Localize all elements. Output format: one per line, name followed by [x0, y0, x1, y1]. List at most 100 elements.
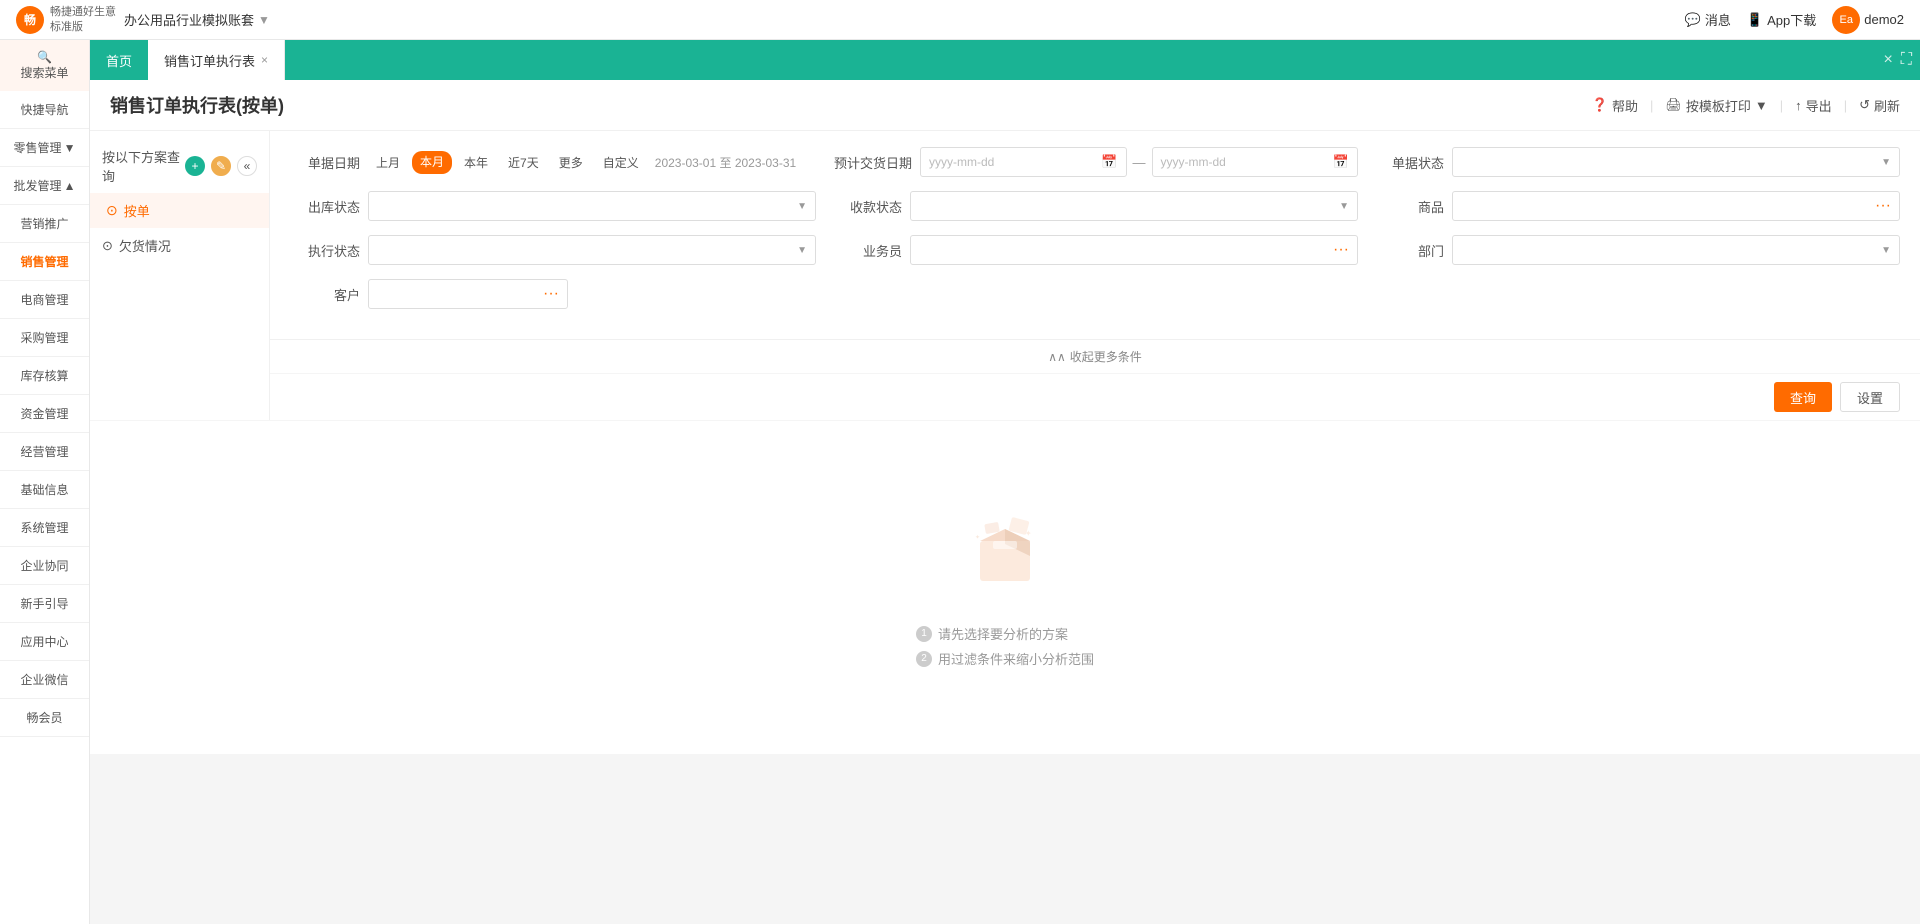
tip-num-1: 1 — [916, 626, 932, 642]
breadcrumb-arrow-icon[interactable]: ▼ — [258, 13, 270, 27]
app-download-button[interactable]: 📱 App下载 — [1747, 10, 1816, 29]
divider1: | — [1650, 98, 1653, 113]
help-icon: ❓ — [1592, 97, 1608, 113]
department-field: 部门 ▼ — [1374, 235, 1900, 265]
filter-sidebar-title: 按以下方案查询 — [102, 147, 185, 185]
sidebar-item-quick-nav[interactable]: 快捷导航 — [0, 91, 89, 129]
filter-row-2: 出库状态 ▼ 收款状态 ▼ — [290, 191, 1900, 221]
query-button[interactable]: 查询 — [1774, 382, 1832, 412]
date-tab-more[interactable]: 更多 — [551, 151, 591, 174]
expected-date-end[interactable]: yyyy-mm-dd 📅 — [1152, 147, 1359, 177]
order-status-field: 单据状态 ▼ — [1374, 147, 1900, 177]
product-field: 商品 ··· — [1374, 191, 1900, 221]
date-label: 单据日期 — [290, 153, 360, 172]
user-menu[interactable]: Ea demo2 — [1832, 6, 1904, 34]
customer-more-icon[interactable]: ··· — [543, 285, 559, 303]
out-status-field: 出库状态 ▼ — [290, 191, 816, 221]
collapse-bar[interactable]: ∧∧ 收起更多条件 — [270, 339, 1920, 373]
exec-status-select[interactable]: ▼ — [368, 235, 816, 265]
sidebar-item-search[interactable]: 🔍 搜索菜单 — [0, 40, 89, 91]
calendar-start-icon: 📅 — [1101, 154, 1117, 170]
sidebar-item-finance[interactable]: 资金管理 — [0, 395, 89, 433]
salesperson-field: 业务员 ··· — [832, 235, 1358, 265]
expected-date-label: 预计交货日期 — [832, 153, 912, 172]
sidebar-item-collab[interactable]: 企业协同 — [0, 547, 89, 585]
logo-text: 畅捷通好生意 标准版 — [50, 5, 116, 34]
empty-icon: ✦ ✦ — [955, 501, 1055, 604]
empty-state: ✦ ✦ 1 请先选择要分析的方案 2 用过滤条件来缩小分析范围 — [90, 421, 1920, 754]
sidebar-item-marketing[interactable]: 营销推广 — [0, 205, 89, 243]
print-icon: 🖨 — [1665, 97, 1682, 113]
expected-date-field: 预计交货日期 yyyy-mm-dd 📅 — yyyy-mm-dd — [832, 147, 1358, 177]
empty-tip-1: 1 请先选择要分析的方案 — [916, 624, 1094, 643]
out-status-arrow-icon: ▼ — [797, 201, 807, 212]
message-icon: 💬 — [1685, 12, 1701, 28]
salesperson-more-icon[interactable]: ··· — [1333, 241, 1349, 259]
expected-date-range: yyyy-mm-dd 📅 — yyyy-mm-dd 📅 — [920, 147, 1358, 177]
edit-scheme-button[interactable]: ✎ — [211, 156, 231, 176]
out-status-select[interactable]: ▼ — [368, 191, 816, 221]
sidebar-item-inventory[interactable]: 库存核算 — [0, 357, 89, 395]
date-tab-last-month[interactable]: 上月 — [368, 151, 408, 174]
date-tab-custom[interactable]: 自定义 — [595, 151, 647, 174]
tab-sales-order[interactable]: 销售订单执行表 × — [148, 40, 285, 80]
filter-sidebar-actions: + ✎ « — [185, 156, 257, 176]
filter-menu-backorder[interactable]: ⊙ 欠货情况 — [90, 228, 269, 263]
template-print-button[interactable]: 🖨 按模板打印 ▼ — [1665, 96, 1767, 115]
tab-close-button[interactable]: × — [261, 53, 268, 67]
order-status-label: 单据状态 — [1374, 153, 1444, 172]
order-status-select[interactable]: ▼ — [1452, 147, 1900, 177]
date-tab-this-month[interactable]: 本月 — [412, 151, 452, 174]
salesperson-select[interactable]: ··· — [910, 235, 1358, 265]
receipt-status-field: 收款状态 ▼ — [832, 191, 1358, 221]
exec-status-field: 执行状态 ▼ — [290, 235, 816, 265]
sidebar-item-ecommerce[interactable]: 电商管理 — [0, 281, 89, 319]
help-button[interactable]: ❓ 帮助 — [1592, 96, 1638, 115]
sidebar-item-retail[interactable]: 零售管理 ▼ — [0, 129, 89, 167]
top-bar-left: 畅 畅捷通好生意 标准版 办公用品行业模拟账套 ▼ — [16, 5, 270, 34]
date-tab-last-7-days[interactable]: 近7天 — [500, 151, 547, 174]
breadcrumb-area: 办公用品行业模拟账套 ▼ — [124, 10, 270, 29]
receipt-status-select[interactable]: ▼ — [910, 191, 1358, 221]
department-select[interactable]: ▼ — [1452, 235, 1900, 265]
refresh-button[interactable]: ↺ 刷新 — [1859, 96, 1900, 115]
date-tab-this-year[interactable]: 本年 — [456, 151, 496, 174]
filter-menu-by-order[interactable]: ⊙ 按单 — [90, 193, 269, 228]
customer-select[interactable]: ··· — [368, 279, 568, 309]
order-icon: ⊙ — [106, 202, 118, 219]
tip-num-2: 2 — [916, 651, 932, 667]
product-select[interactable]: ··· — [1452, 191, 1900, 221]
settings-button[interactable]: 设置 — [1840, 382, 1900, 412]
tab-home[interactable]: 首页 — [90, 40, 148, 80]
sidebar-item-system[interactable]: 系统管理 — [0, 509, 89, 547]
sidebar-item-newbie[interactable]: 新手引导 — [0, 585, 89, 623]
product-more-icon[interactable]: ··· — [1875, 197, 1891, 215]
sidebar-item-purchase[interactable]: 采购管理 — [0, 319, 89, 357]
sidebar-item-wechat[interactable]: 企业微信 — [0, 661, 89, 699]
sidebar: 🔍 搜索菜单 快捷导航 零售管理 ▼ 批发管理 ▲ 营销推广 销售管理 电商管理… — [0, 40, 90, 924]
collapse-up-icon: ∧∧ — [1048, 350, 1066, 364]
sidebar-item-operations[interactable]: 经营管理 — [0, 433, 89, 471]
sidebar-item-member[interactable]: 畅会员 — [0, 699, 89, 737]
date-dash: — — [1133, 155, 1146, 170]
date-field: 单据日期 上月 本月 本年 近7天 更多 自定义 2023-03-01 至 20… — [290, 151, 816, 174]
sidebar-item-app-center[interactable]: 应用中心 — [0, 623, 89, 661]
sidebar-item-basic-info[interactable]: 基础信息 — [0, 471, 89, 509]
expected-date-start[interactable]: yyyy-mm-dd 📅 — [920, 147, 1127, 177]
filter-row-1: 单据日期 上月 本月 本年 近7天 更多 自定义 2023-03-01 至 20… — [290, 147, 1900, 177]
sidebar-item-sales[interactable]: 销售管理 — [0, 243, 89, 281]
sidebar-item-wholesale[interactable]: 批发管理 ▲ — [0, 167, 89, 205]
collapse-sidebar-button[interactable]: « — [237, 156, 257, 176]
tab-maximize-button[interactable]: ⛶ — [1901, 51, 1912, 69]
message-button[interactable]: 💬 消息 — [1685, 10, 1731, 29]
page-title: 销售订单执行表(按单) — [110, 92, 284, 118]
backorder-icon: ⊙ — [102, 238, 113, 254]
tab-bar: 首页 销售订单执行表 × × ⛶ — [90, 40, 1920, 80]
export-button[interactable]: ↑ 导出 — [1795, 96, 1832, 115]
add-scheme-button[interactable]: + — [185, 156, 205, 176]
page-content: 销售订单执行表(按单) ❓ 帮助 | 🖨 按模板打印 ▼ | ↑ — [90, 80, 1920, 924]
tab-minimize-button[interactable]: × — [1883, 51, 1892, 69]
retail-arrow-icon: ▼ — [64, 141, 76, 155]
wholesale-arrow-icon: ▲ — [64, 179, 76, 193]
print-arrow-icon: ▼ — [1755, 98, 1768, 113]
